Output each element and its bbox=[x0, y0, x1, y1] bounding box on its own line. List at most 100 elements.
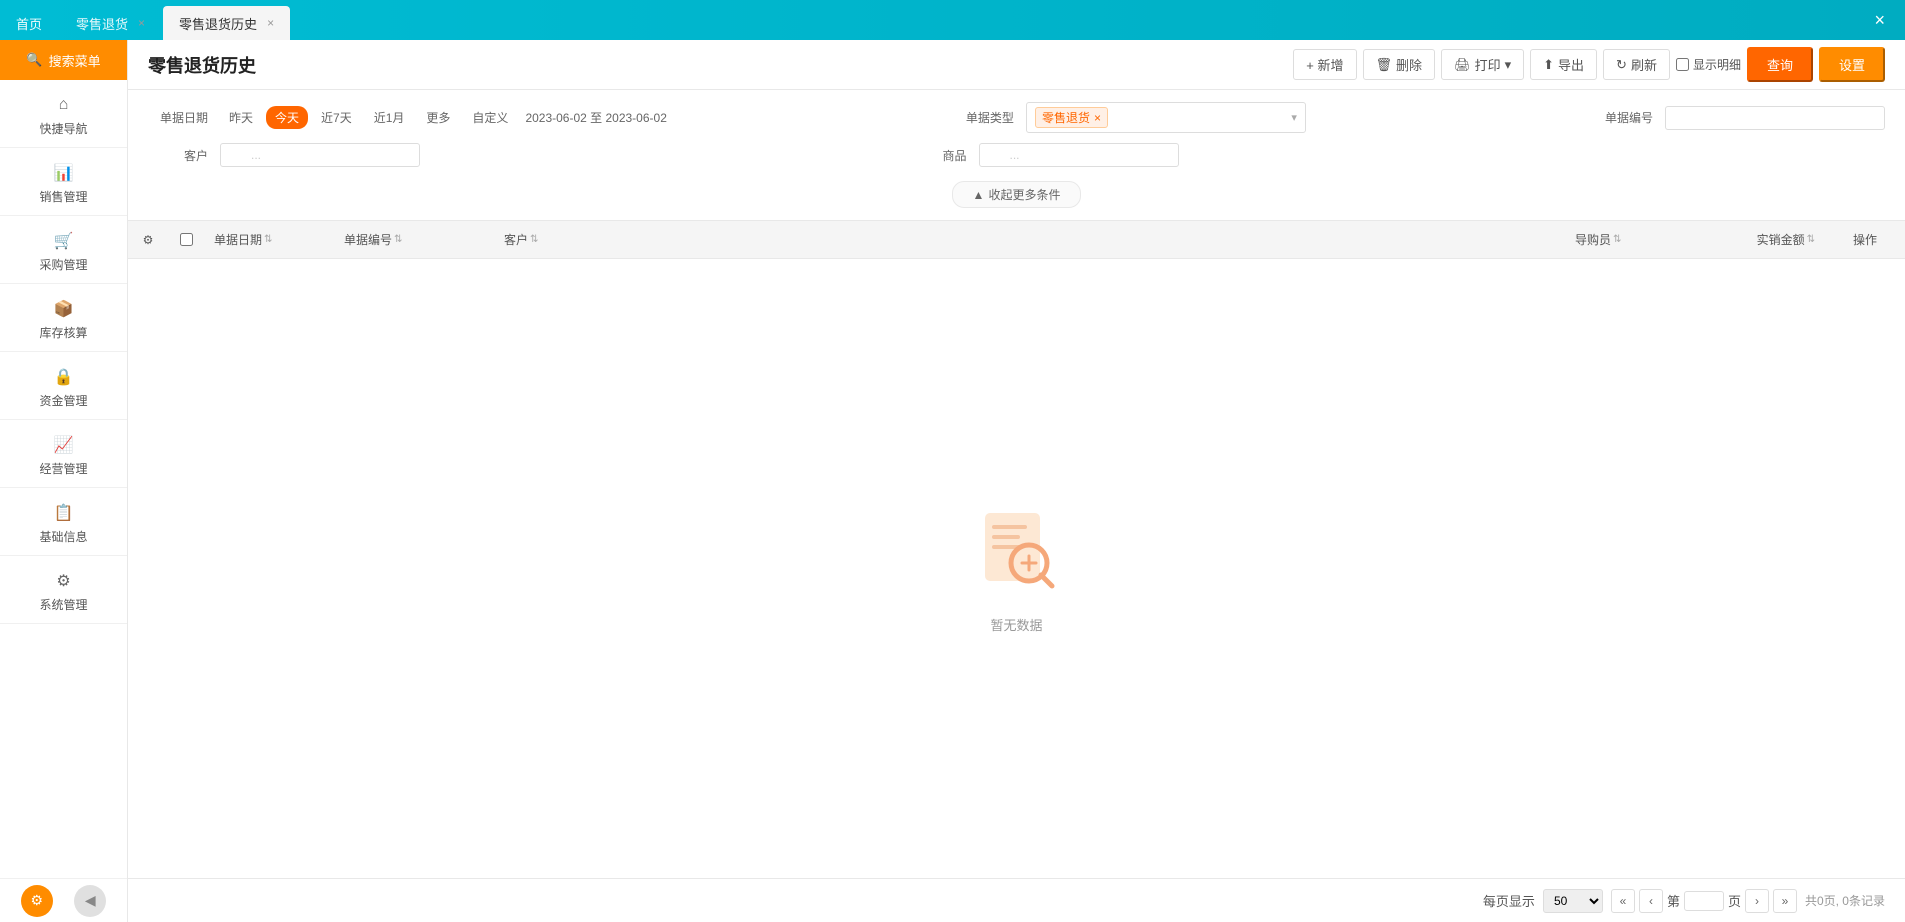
filter-area: 单据日期 昨天 今天 近7天 近1月 更多 自定义 2023-06-02 至 2… bbox=[128, 90, 1905, 221]
empty-text: 暂无数据 bbox=[990, 615, 1042, 634]
tab-retail-return-history[interactable]: 零售退货历史 × bbox=[163, 6, 290, 40]
date-btn-custom[interactable]: 自定义 bbox=[463, 106, 517, 129]
sidebar-item-label: 系统管理 bbox=[39, 596, 87, 613]
th-customer-sort-icon: ⇅ bbox=[530, 234, 538, 245]
sidebar-search[interactable]: 🔍 搜索菜单 bbox=[0, 40, 127, 80]
type-filter-tag-text: 零售退货 bbox=[1042, 109, 1090, 126]
pagination: 每页显示 50 10 20 100 « ‹ 第 1 页 › » 共0页, 0条记… bbox=[128, 878, 1905, 922]
th-check[interactable] bbox=[168, 233, 204, 246]
type-filter-select[interactable]: 零售退货 × ▾ bbox=[1026, 102, 1306, 133]
page-next-button[interactable]: › bbox=[1745, 889, 1769, 913]
inventory-icon: 📦 bbox=[53, 298, 75, 320]
print-chevron-icon: ▾ bbox=[1505, 57, 1512, 73]
top-bar: 首页 零售退货 × 零售退货历史 × × bbox=[0, 0, 1905, 40]
per-page-label: 每页显示 bbox=[1483, 891, 1535, 910]
page-label: 第 bbox=[1667, 891, 1680, 910]
refresh-label: 刷新 bbox=[1631, 55, 1657, 74]
tab-close-icon-2[interactable]: × bbox=[267, 16, 274, 30]
show-detail-checkbox-label[interactable]: 显示明细 bbox=[1676, 56, 1741, 73]
print-button[interactable]: 🖨 打印 ▾ bbox=[1441, 49, 1524, 80]
search-icon: 🔍 bbox=[26, 52, 42, 68]
type-filter-label: 单据类型 bbox=[954, 109, 1014, 126]
sidebar-bottom: ⚙ ◀ bbox=[0, 878, 127, 922]
date-btn-7days[interactable]: 近7天 bbox=[312, 106, 361, 129]
date-btn-1month[interactable]: 近1月 bbox=[365, 106, 414, 129]
show-detail-label: 显示明细 bbox=[1693, 56, 1741, 73]
customer-filter-label: 客户 bbox=[148, 147, 208, 164]
page-total: 共0页, 0条记录 bbox=[1805, 892, 1885, 909]
table-header: ⚙ 单据日期 ⇅ 单据编号 ⇅ 客户 ⇅ 导购员 bbox=[128, 221, 1905, 259]
sidebar-item-operations[interactable]: 📈 经营管理 bbox=[0, 420, 127, 488]
settings-button[interactable]: 设置 bbox=[1819, 47, 1885, 82]
export-button[interactable]: ⬆ 导出 bbox=[1530, 49, 1597, 80]
th-settings[interactable]: ⚙ bbox=[128, 233, 168, 247]
sidebar-item-label: 销售管理 bbox=[39, 188, 87, 205]
th-guide[interactable]: 导购员 ⇅ bbox=[1565, 231, 1705, 248]
page-title: 零售退货历史 bbox=[148, 52, 1293, 78]
customer-filter-input[interactable]: ... bbox=[220, 143, 420, 167]
page-prev-button[interactable]: ‹ bbox=[1639, 889, 1663, 913]
date-range-display: 2023-06-02 至 2023-06-02 bbox=[525, 109, 666, 126]
tab-close-icon[interactable]: × bbox=[138, 16, 145, 30]
sidebar-item-system[interactable]: ⚙ 系统管理 bbox=[0, 556, 127, 624]
th-ops-label: 操作 bbox=[1853, 231, 1877, 248]
date-btn-more[interactable]: 更多 bbox=[417, 106, 459, 129]
sidebar-item-basic-info[interactable]: 📋 基础信息 bbox=[0, 488, 127, 556]
header-actions: + 新增 🗑 删除 🖨 打印 ▾ ⬆ 导出 ↻ 刷新 bbox=[1293, 47, 1885, 82]
date-btn-today[interactable]: 今天 bbox=[266, 106, 308, 129]
type-filter-tag[interactable]: 零售退货 × bbox=[1035, 107, 1108, 128]
empty-state: 暂无数据 bbox=[128, 259, 1905, 878]
sidebar-search-label: 搜索菜单 bbox=[49, 51, 101, 70]
no-filter-input[interactable] bbox=[1665, 106, 1885, 130]
collapse-label: 收起更多条件 bbox=[988, 186, 1060, 203]
page-nav: « ‹ 第 1 页 › » bbox=[1611, 889, 1797, 913]
date-btn-yesterday[interactable]: 昨天 bbox=[220, 106, 262, 129]
th-date[interactable]: 单据日期 ⇅ bbox=[204, 231, 334, 248]
sidebar-item-label: 采购管理 bbox=[39, 256, 87, 273]
retail-return-tab-label: 零售退货 bbox=[76, 14, 128, 33]
sidebar-item-quick-nav[interactable]: ⌂ 快捷导航 bbox=[0, 80, 127, 148]
page-suffix: 页 bbox=[1728, 891, 1741, 910]
purchase-icon: 🛒 bbox=[53, 230, 75, 252]
refresh-icon: ↻ bbox=[1616, 57, 1627, 73]
settings-bottom-button[interactable]: ⚙ bbox=[21, 885, 53, 917]
export-label: 导出 bbox=[1558, 55, 1584, 74]
sales-icon: 📊 bbox=[53, 162, 75, 184]
new-button[interactable]: + 新增 bbox=[1293, 49, 1356, 80]
th-amount[interactable]: 实销金额 ⇅ bbox=[1705, 231, 1825, 248]
collapse-icon: ▲ bbox=[973, 188, 985, 202]
sidebar-item-finance[interactable]: 🔒 资金管理 bbox=[0, 352, 127, 420]
page-first-button[interactable]: « bbox=[1611, 889, 1635, 913]
tab-retail-return[interactable]: 零售退货 × bbox=[60, 6, 161, 40]
type-filter-tag-close[interactable]: × bbox=[1094, 111, 1101, 125]
tab-home[interactable]: 首页 bbox=[0, 6, 58, 40]
th-customer[interactable]: 客户 ⇅ bbox=[494, 231, 1565, 248]
delete-label: 删除 bbox=[1396, 55, 1422, 74]
table-area: ⚙ 单据日期 ⇅ 单据编号 ⇅ 客户 ⇅ 导购员 bbox=[128, 221, 1905, 922]
select-all-checkbox[interactable] bbox=[180, 233, 193, 246]
query-button[interactable]: 查询 bbox=[1747, 47, 1813, 82]
empty-state-illustration bbox=[967, 503, 1067, 603]
th-no[interactable]: 单据编号 ⇅ bbox=[334, 231, 494, 248]
sidebar-item-label: 快捷导航 bbox=[39, 120, 87, 137]
page-last-button[interactable]: » bbox=[1773, 889, 1797, 913]
sidebar-item-sales[interactable]: 📊 销售管理 bbox=[0, 148, 127, 216]
refresh-button[interactable]: ↻ 刷新 bbox=[1603, 49, 1670, 80]
per-page-select[interactable]: 50 10 20 100 bbox=[1543, 889, 1603, 913]
window-close-button[interactable]: × bbox=[1874, 10, 1885, 31]
page-number-input[interactable]: 1 bbox=[1684, 891, 1724, 911]
finance-icon: 🔒 bbox=[53, 366, 75, 388]
date-buttons: 昨天 今天 近7天 近1月 更多 自定义 2023-06-02 至 2023-0… bbox=[220, 106, 667, 129]
th-date-sort-icon: ⇅ bbox=[264, 234, 272, 245]
th-amount-sort-icon: ⇅ bbox=[1807, 234, 1815, 245]
delete-button[interactable]: 🗑 删除 bbox=[1363, 49, 1436, 80]
filter-row-1: 单据日期 昨天 今天 近7天 近1月 更多 自定义 2023-06-02 至 2… bbox=[148, 102, 1885, 133]
content-area: 零售退货历史 + 新增 🗑 删除 🖨 打印 ▾ ⬆ 导出 ↻ bbox=[128, 40, 1905, 922]
sidebar-item-inventory[interactable]: 📦 库存核算 bbox=[0, 284, 127, 352]
th-no-label: 单据编号 bbox=[344, 231, 392, 248]
collapse-sidebar-button[interactable]: ◀ bbox=[74, 885, 106, 917]
product-filter-input[interactable]: ... bbox=[979, 143, 1179, 167]
sidebar-item-purchase[interactable]: 🛒 采购管理 bbox=[0, 216, 127, 284]
collapse-filter-button[interactable]: ▲ 收起更多条件 bbox=[952, 181, 1082, 208]
show-detail-checkbox[interactable] bbox=[1676, 58, 1689, 71]
